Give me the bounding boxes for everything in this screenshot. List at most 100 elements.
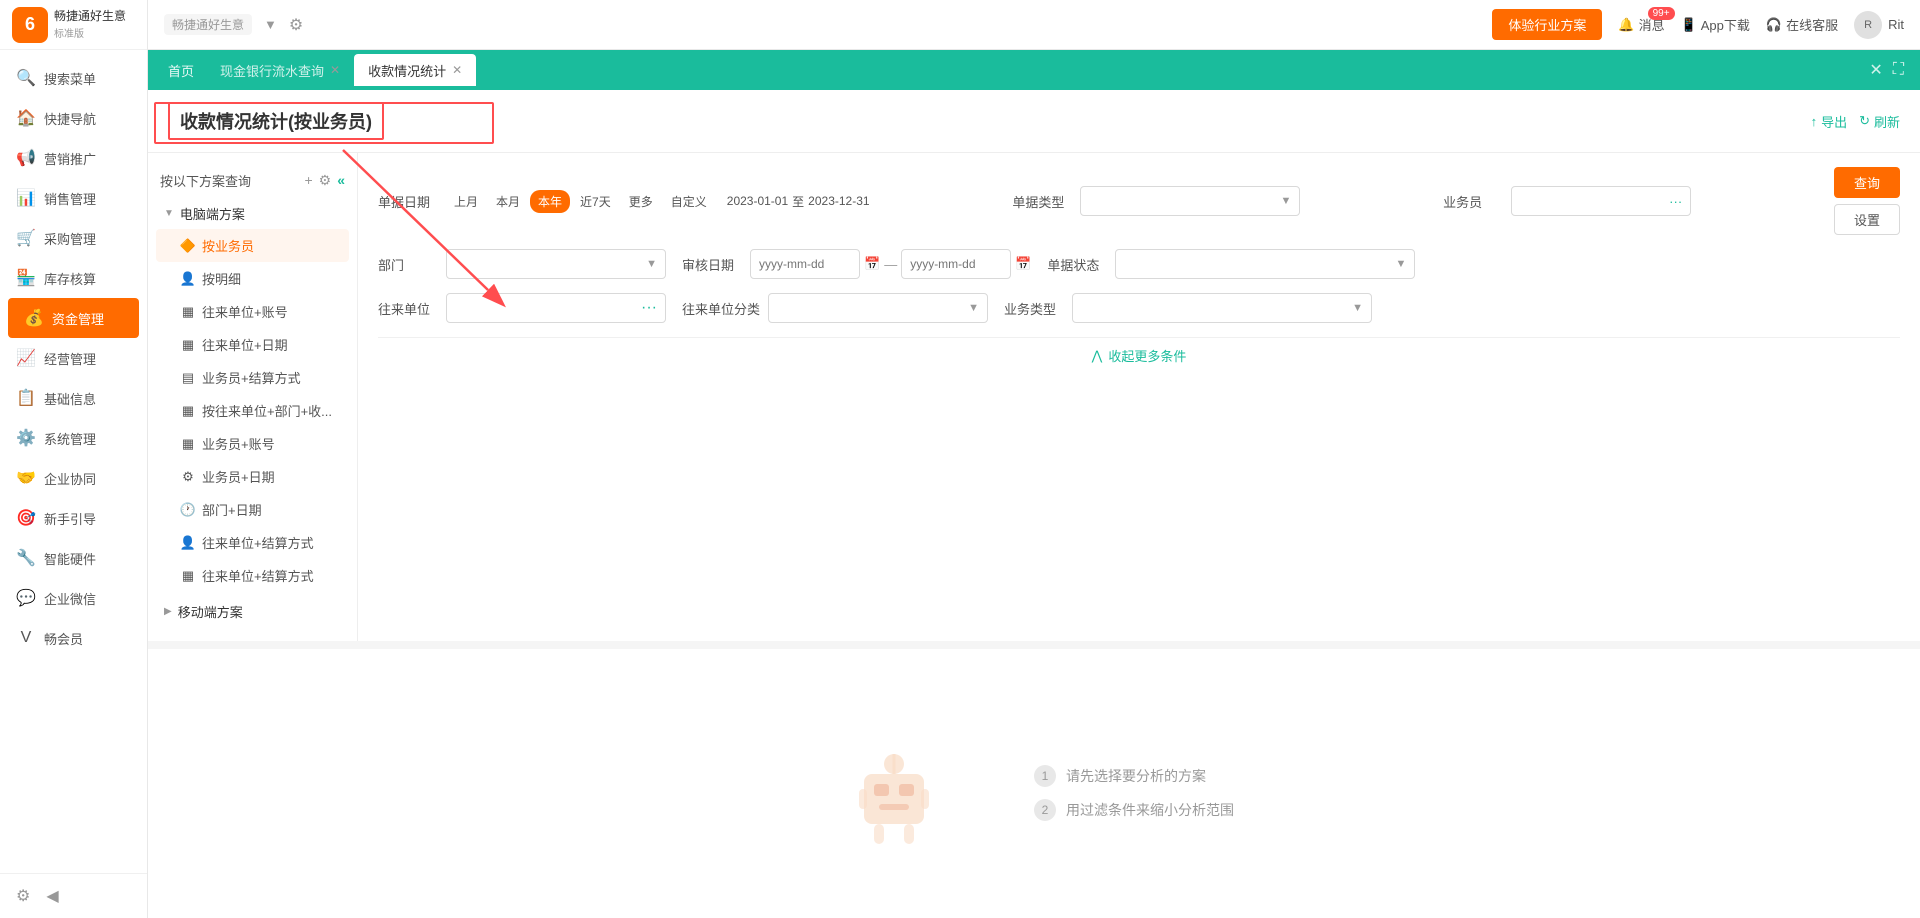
filter-item-unit-settle1[interactable]: 👤 往来单位+结算方式 <box>156 526 349 559</box>
doc-status-select[interactable]: ▼ <box>1115 249 1415 279</box>
biz-type-label: 业务类型 <box>1004 299 1064 318</box>
sidebar-item-guide[interactable]: 🎯 新手引导 <box>0 498 147 538</box>
phone-icon: 📱 <box>1681 17 1697 33</box>
calendar-from-icon[interactable]: 📅 <box>864 256 880 272</box>
app-download-button[interactable]: 📱 App下载 <box>1681 15 1750 34</box>
doc-type-select[interactable]: ▼ <box>1080 186 1300 216</box>
sidebar-item-label: 经营管理 <box>44 349 96 368</box>
export-button[interactable]: ↑ 导出 <box>1811 112 1848 131</box>
trial-button[interactable]: 体验行业方案 <box>1492 9 1602 40</box>
message-button[interactable]: 🔔 消息 99+ <box>1618 15 1664 34</box>
scheme-settings-icon[interactable]: ⚙ <box>319 172 332 189</box>
unit-select[interactable]: ··· <box>446 293 666 323</box>
collapse-sidebar-icon[interactable]: « <box>337 172 345 189</box>
sidebar-item-wechat[interactable]: 💬 企业微信 <box>0 578 147 618</box>
tab-receipt-stats[interactable]: 收款情况统计 ✕ <box>354 54 476 86</box>
filter-item-by-detail[interactable]: 👤 按明细 <box>156 262 349 295</box>
sidebar-item-finance[interactable]: 💰 资金管理 <box>8 298 139 338</box>
receipt-stats-tab-close[interactable]: ✕ <box>452 63 462 77</box>
biz-type-select[interactable]: ▼ <box>1072 293 1372 323</box>
filter-item-salesman-date[interactable]: ⚙ 业务员+日期 <box>156 460 349 493</box>
calendar-to-icon[interactable]: 📅 <box>1015 256 1031 272</box>
date-tab-last-month[interactable]: 上月 <box>446 190 486 213</box>
date-tab-more[interactable]: 更多 <box>621 190 661 213</box>
sidebar-item-hardware[interactable]: 🔧 智能硬件 <box>0 538 147 578</box>
sidebar-item-marketing[interactable]: 📢 营销推广 <box>0 138 147 178</box>
empty-content: 1 请先选择要分析的方案 2 用过滤条件来缩小分析范围 <box>834 739 1234 859</box>
filter-item-unit-date[interactable]: ▦ 往来单位+日期 <box>156 328 349 361</box>
sidebar-item-label: 销售管理 <box>44 189 96 208</box>
sidebar-settings-icon[interactable]: ⚙ <box>16 886 30 906</box>
filter-item-by-salesman[interactable]: 🔶 按业务员 <box>156 229 349 262</box>
date-tab-this-year[interactable]: 本年 <box>530 190 570 213</box>
customer-service-label: 在线客服 <box>1786 15 1838 34</box>
date-dash-separator: — <box>884 257 897 272</box>
detail-item-icon: 👤 <box>180 271 196 287</box>
sidebar-item-operations[interactable]: 📈 经营管理 <box>0 338 147 378</box>
dept-select[interactable]: ▼ <box>446 249 666 279</box>
collapse-more-conditions[interactable]: ⋀ 收起更多条件 <box>378 337 1900 373</box>
filter-sidebar: 按以下方案查询 + ⚙ « ▼ 电脑端方案 🔶 按业务 <box>148 153 358 641</box>
close-all-icon[interactable]: ✕ <box>1869 60 1882 80</box>
sidebar-item-label: 库存核算 <box>44 269 96 288</box>
salesman-settle-icon: ▤ <box>180 370 196 386</box>
bank-flow-tab-close[interactable]: ✕ <box>330 63 340 77</box>
set-button[interactable]: 设置 <box>1834 204 1900 235</box>
sidebar-item-sales[interactable]: 📊 销售管理 <box>0 178 147 218</box>
date-tab-custom[interactable]: 自定义 <box>663 190 715 213</box>
empty-step-2: 2 用过滤条件来缩小分析范围 <box>1034 799 1234 821</box>
unit-more-icon[interactable]: ··· <box>641 299 657 317</box>
doc-status-filter: 单据状态 ▼ <box>1047 249 1415 279</box>
headset-icon: 🎧 <box>1766 17 1782 33</box>
sidebar-item-basic-info[interactable]: 📋 基础信息 <box>0 378 147 418</box>
customer-service-button[interactable]: 🎧 在线客服 <box>1766 15 1838 34</box>
home-icon: 🏠 <box>16 108 36 128</box>
filter-tree-group-mobile-header[interactable]: ▶ 移动端方案 <box>156 596 349 627</box>
filter-item-dept-date[interactable]: 🕐 部门+日期 <box>156 493 349 526</box>
message-badge: 99+ <box>1648 7 1675 20</box>
salesman-select[interactable]: ··· <box>1511 186 1691 216</box>
unit-category-select[interactable]: ▼ <box>768 293 988 323</box>
review-date-label: 审核日期 <box>682 255 742 274</box>
sidebar-item-inventory[interactable]: 🏪 库存核算 <box>0 258 147 298</box>
filter-item-salesman-settle[interactable]: ▤ 业务员+结算方式 <box>156 361 349 394</box>
date-tab-this-month[interactable]: 本月 <box>488 190 528 213</box>
sidebar-item-label: 搜索菜单 <box>44 69 96 88</box>
app-download-label: App下载 <box>1701 15 1750 34</box>
maximize-icon[interactable]: ⛶ <box>1893 61 1904 79</box>
sidebar-item-member[interactable]: V 畅会员 <box>0 618 147 658</box>
sidebar-item-label: 快捷导航 <box>44 109 96 128</box>
sidebar-item-label: 采购管理 <box>44 229 96 248</box>
filter-item-salesman-account[interactable]: ▦ 业务员+账号 <box>156 427 349 460</box>
refresh-icon: ↻ <box>1859 113 1870 129</box>
sidebar-item-quick-nav[interactable]: 🏠 快捷导航 <box>0 98 147 138</box>
tab-bank-flow[interactable]: 现金银行流水查询 ✕ <box>206 54 354 86</box>
filter-tree-group-desktop-header[interactable]: ▼ 电脑端方案 <box>156 198 349 229</box>
more-options-icon[interactable]: ··· <box>1669 194 1682 209</box>
sidebar-item-enterprise[interactable]: 🤝 企业协同 <box>0 458 147 498</box>
bank-flow-tab-label: 现金银行流水查询 <box>220 61 324 80</box>
review-date-to-input[interactable] <box>901 249 1011 279</box>
date-tab-last-7-days[interactable]: 近7天 <box>572 190 619 213</box>
export-icon: ↑ <box>1811 114 1818 129</box>
user-avatar[interactable]: R Rit <box>1854 11 1904 39</box>
query-button[interactable]: 查询 <box>1834 167 1900 198</box>
review-date-from-input[interactable] <box>750 249 860 279</box>
refresh-button[interactable]: ↻ 刷新 <box>1859 112 1900 131</box>
filter-item-unit-account[interactable]: ▦ 往来单位+账号 <box>156 295 349 328</box>
filter-tree-mobile-group: ▶ 移动端方案 <box>156 596 349 627</box>
sidebar-collapse-icon[interactable]: ◀ <box>46 886 58 906</box>
filter-item-unit-settle2[interactable]: ▦ 往来单位+结算方式 <box>156 559 349 592</box>
tab-home[interactable]: 首页 <box>156 54 206 86</box>
sidebar-item-search[interactable]: 🔍 搜索菜单 <box>0 58 147 98</box>
sidebar-item-label: 智能硬件 <box>44 549 96 568</box>
date-filter-group: 单据日期 上月 本月 本年 近7天 更多 自定义 2023-01-01 至 20… <box>378 190 870 213</box>
filter-item-unit-dept-recv[interactable]: ▦ 按往来单位+部门+收... <box>156 394 349 427</box>
sidebar-item-purchase[interactable]: 🛒 采购管理 <box>0 218 147 258</box>
empty-steps: 1 请先选择要分析的方案 2 用过滤条件来缩小分析范围 <box>1034 765 1234 833</box>
dropdown-icon[interactable]: ▼ <box>264 17 277 32</box>
settings-icon[interactable]: ⚙ <box>289 15 303 35</box>
sidebar-item-system[interactable]: ⚙️ 系统管理 <box>0 418 147 458</box>
marketing-icon: 📢 <box>16 148 36 168</box>
add-scheme-icon[interactable]: + <box>304 172 312 189</box>
